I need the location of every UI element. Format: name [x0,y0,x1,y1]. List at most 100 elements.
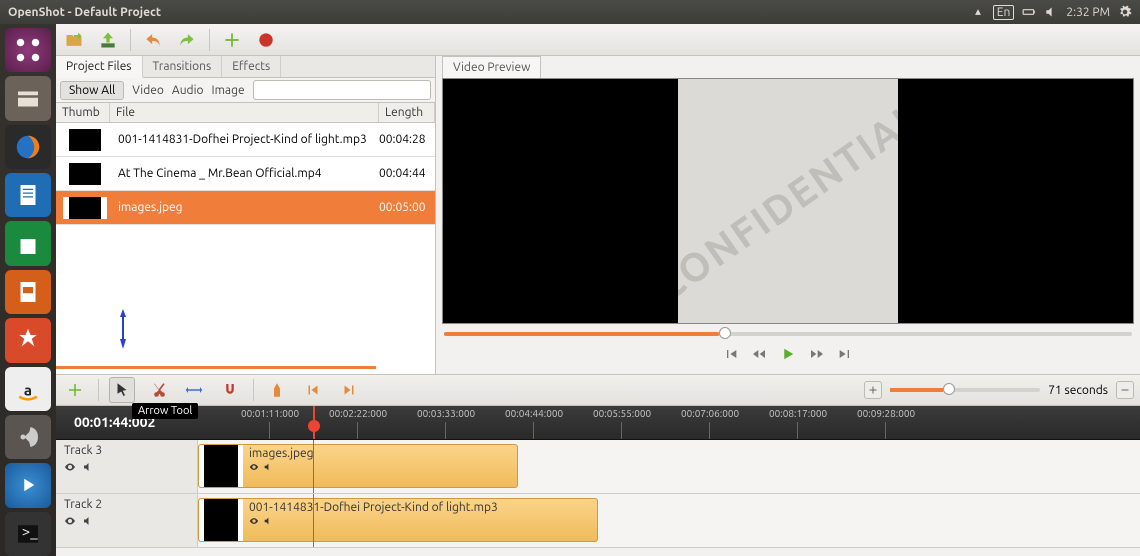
track-lane[interactable]: 001-1414831-Dofhei Project-Kind of light… [198,494,1140,547]
files-icon[interactable] [5,76,51,120]
rewind-icon[interactable] [751,346,767,365]
mini-seek[interactable] [56,360,435,374]
resize-tool-button[interactable] [181,377,207,403]
ruler-tick: 00:01:11:000 [241,408,299,419]
svg-text:a: a [24,381,32,398]
tab-video-preview[interactable]: Video Preview [442,56,541,78]
software-center-icon[interactable] [5,318,51,362]
clip-label: 001-1414831-Dofhei Project-Kind of light… [249,501,498,514]
system-settings-icon[interactable] [5,415,51,459]
file-row[interactable]: At The Cinema _ Mr.Bean Official.mp4 00:… [56,157,435,191]
file-length: 00:05:00 [379,201,435,214]
forward-icon[interactable] [809,346,825,365]
record-button[interactable] [254,28,278,52]
zoom-label: 71 seconds [1048,384,1108,397]
col-length[interactable]: Length [379,103,435,122]
filter-audio[interactable]: Audio [172,84,204,97]
marker-add-button[interactable] [264,377,290,403]
timeline-ruler[interactable]: 00:01:44:002 00:01:11:00000:02:22:00000:… [56,406,1140,440]
filter-video[interactable]: Video [132,84,164,97]
import-button[interactable] [220,28,244,52]
tab-effects[interactable]: Effects [222,56,281,77]
app-toolbar [56,24,1140,56]
save-button[interactable] [96,28,120,52]
tab-transitions[interactable]: Transitions [143,56,223,77]
preview-seek[interactable] [442,324,1134,340]
timeline-toolbar: 71 seconds Arrow Tool [56,374,1140,406]
playback-controls [442,340,1134,370]
video-preview: CONFIDENTIAL [442,78,1134,324]
file-row[interactable]: 001-1414831-Dofhei Project-Kind of light… [56,123,435,157]
ruler-tick: 00:02:22:000 [329,408,387,419]
battery-icon[interactable] [1022,5,1036,19]
marker-next-button[interactable] [336,377,362,403]
calc-icon[interactable] [5,221,51,265]
filter-search-input[interactable] [253,80,431,100]
track-lane[interactable]: images.jpeg [198,440,1140,493]
add-track-button[interactable] [62,377,88,403]
lang-indicator[interactable]: En [993,5,1015,20]
terminal-icon[interactable]: >_ [5,512,51,556]
tab-project-files[interactable]: Project Files [56,56,143,78]
network-icon[interactable] [971,5,985,19]
media-player-icon[interactable] [5,463,51,507]
clock[interactable]: 2:32 PM [1066,6,1110,19]
skip-start-icon[interactable] [723,346,739,365]
ruler-tick: 00:04:44:000 [505,408,563,419]
skip-end-icon[interactable] [837,346,853,365]
tooltip: Arrow Tool [132,403,198,419]
track-name: Track 2 [64,498,189,511]
dash-icon[interactable] [5,28,51,72]
file-row[interactable]: images.jpeg 00:05:00 [56,191,435,225]
settings-gear-icon[interactable] [1118,5,1132,19]
razor-tool-button[interactable] [145,377,171,403]
playhead[interactable] [313,406,315,439]
file-name: images.jpeg [112,201,379,214]
speaker-icon[interactable] [82,515,94,527]
zoom-slider[interactable] [890,388,1040,392]
track-name: Track 3 [64,444,189,457]
track-header[interactable]: Track 3 [56,440,198,493]
file-list-header: Thumb File Length [56,103,435,123]
filter-show-all[interactable]: Show All [60,81,124,100]
track-row: Track 2 001-1414831-Dofhei Project-Kind … [56,494,1140,548]
arrow-tool-button[interactable] [109,377,135,403]
track-header[interactable]: Track 2 [56,494,198,547]
clip[interactable]: 001-1414831-Dofhei Project-Kind of light… [198,498,598,542]
play-icon[interactable] [779,345,797,366]
volume-icon[interactable] [1044,5,1058,19]
col-thumb[interactable]: Thumb [56,103,110,122]
eye-icon[interactable] [64,461,76,473]
undo-button[interactable] [141,28,165,52]
zoom-out-button[interactable] [1116,381,1134,399]
filter-image[interactable]: Image [212,84,245,97]
playhead-line [313,494,314,547]
redo-button[interactable] [175,28,199,52]
eye-icon [249,462,259,472]
firefox-icon[interactable] [5,125,51,169]
track-row: Track 3 images.jpeg [56,440,1140,494]
marker-prev-button[interactable] [300,377,326,403]
speaker-icon [263,462,273,472]
playhead-line [313,440,314,493]
zoom-in-button[interactable] [864,381,882,399]
col-file[interactable]: File [110,103,379,122]
clip[interactable]: images.jpeg [198,444,518,488]
snap-tool-button[interactable] [217,377,243,403]
svg-text:>_: >_ [22,522,38,539]
file-name: At The Cinema _ Mr.Bean Official.mp4 [112,167,379,180]
file-length: 00:04:28 [379,133,435,146]
project-files-panel: Project Files Transitions Effects Show A… [56,56,436,374]
watermark: CONFIDENTIAL [678,93,899,310]
ruler-tick: 00:07:06:000 [681,408,739,419]
speaker-icon [263,516,273,526]
open-button[interactable] [62,28,86,52]
amazon-icon[interactable]: a [5,367,51,411]
clip-thumb [199,445,243,487]
writer-icon[interactable] [5,173,51,217]
impress-icon[interactable] [5,270,51,314]
ruler-tick: 00:05:55:000 [593,408,651,419]
eye-icon[interactable] [64,515,76,527]
speaker-icon[interactable] [82,461,94,473]
zoom-control: 71 seconds [864,381,1134,399]
